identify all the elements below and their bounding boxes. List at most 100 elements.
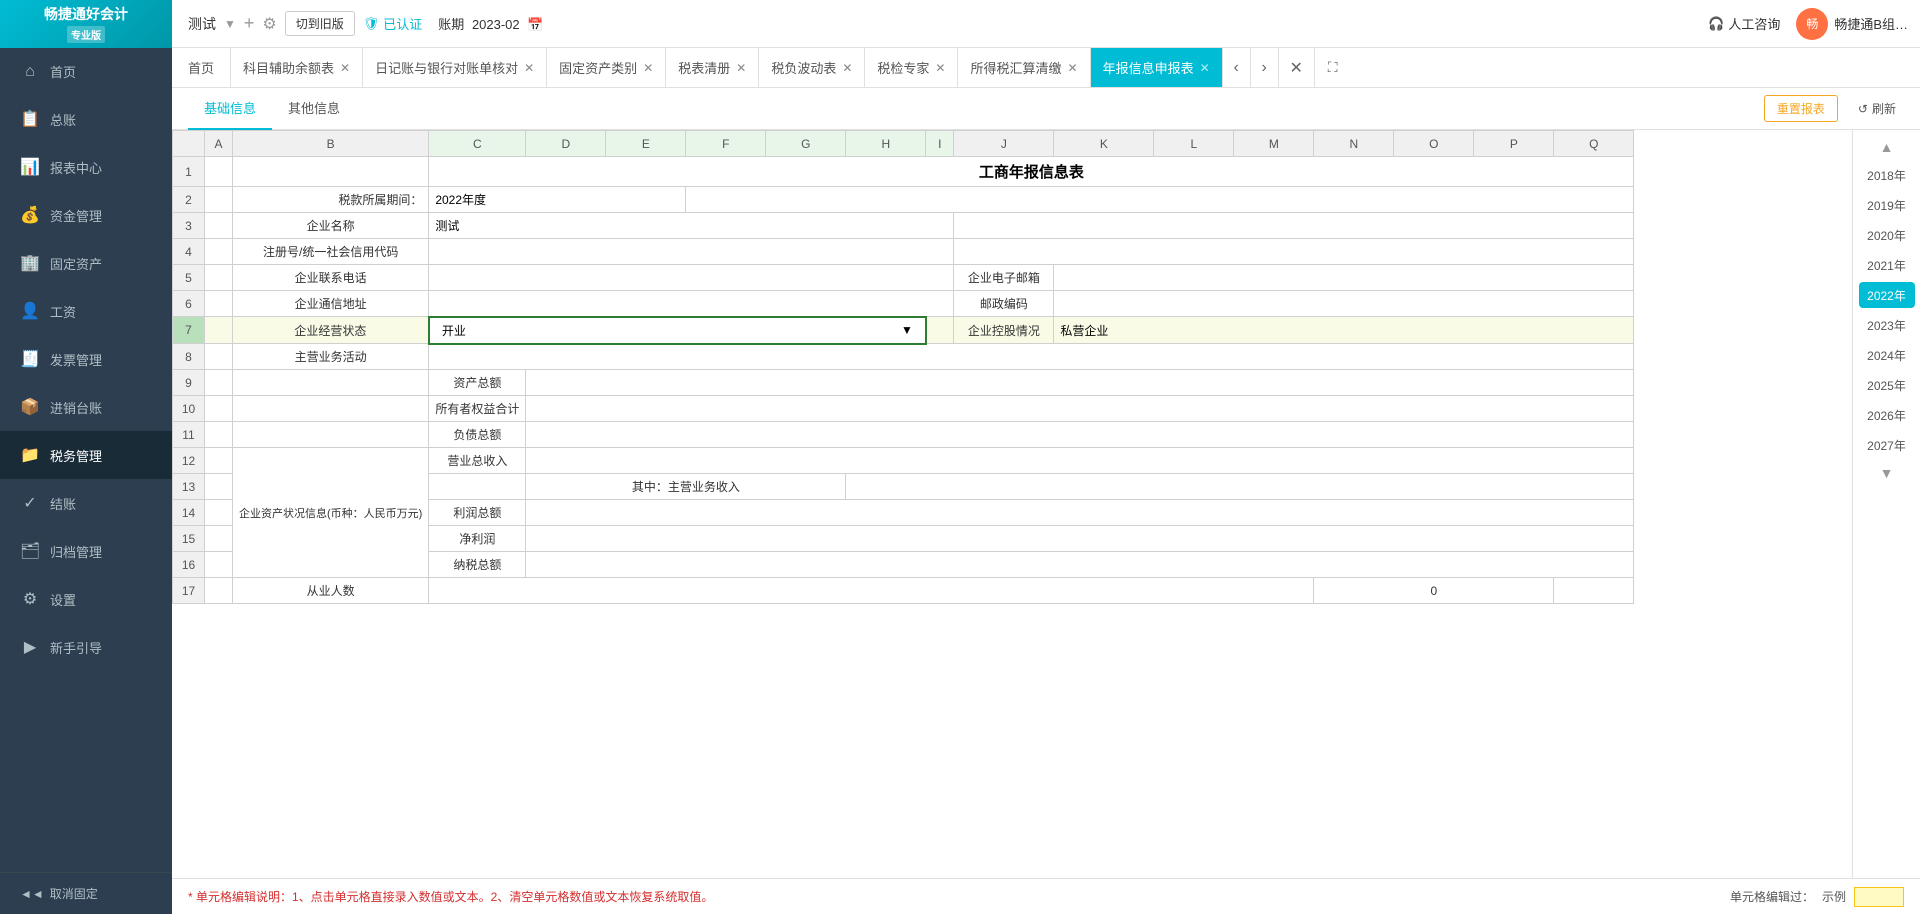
cell-17c[interactable]: [429, 578, 1314, 604]
cell-7b[interactable]: 企业经营状态: [233, 317, 429, 344]
cell-4b[interactable]: 注册号/统一社会信用代码: [233, 239, 429, 265]
cell-6k[interactable]: [1054, 291, 1634, 317]
cell-10d[interactable]: [526, 396, 1634, 422]
cell-5b[interactable]: 企业联系电话: [233, 265, 429, 291]
year-2021[interactable]: 2021年: [1859, 252, 1915, 278]
cell-1b[interactable]: [233, 157, 429, 187]
year-scroll-down[interactable]: ▼: [1871, 462, 1903, 484]
tab-home[interactable]: 首页: [172, 48, 231, 88]
cell-6b[interactable]: 企业通信地址: [233, 291, 429, 317]
sub-tab-other[interactable]: 其他信息: [272, 88, 356, 130]
cell-6a[interactable]: [205, 291, 233, 317]
pin-button[interactable]: ◄◄ 取消固定: [0, 872, 172, 914]
sidebar-item-funds[interactable]: 💰 资金管理: [0, 191, 172, 239]
col-N[interactable]: N: [1314, 131, 1394, 157]
cell-5k[interactable]: [1054, 265, 1634, 291]
cell-2b[interactable]: 税款所属期间：: [233, 187, 429, 213]
col-C[interactable]: C: [429, 131, 526, 157]
cell-8c[interactable]: [429, 344, 1634, 370]
cell-15c[interactable]: 净利润: [429, 526, 526, 552]
tab-close-icon[interactable]: ✕: [643, 61, 653, 75]
company-dropdown-icon[interactable]: ▼: [224, 17, 236, 31]
col-J[interactable]: J: [954, 131, 1054, 157]
cell-5c[interactable]: [429, 265, 954, 291]
cell-1a[interactable]: [205, 157, 233, 187]
calendar-icon[interactable]: 📅: [527, 17, 543, 32]
cell-15a[interactable]: [205, 526, 233, 552]
cell-12d[interactable]: [526, 448, 1634, 474]
tab-tax-fluctuation[interactable]: 税负波动表 ✕: [759, 48, 865, 88]
tab-close-icon[interactable]: ✕: [736, 61, 746, 75]
cell-16d[interactable]: [526, 552, 1634, 578]
cell-4c[interactable]: [429, 239, 954, 265]
sidebar-item-settings[interactable]: ⚙ 设置: [0, 575, 172, 623]
col-B[interactable]: B: [233, 131, 429, 157]
cell-14d[interactable]: [526, 500, 1634, 526]
cell-11b[interactable]: [233, 422, 429, 448]
cell-13c[interactable]: [429, 474, 526, 500]
cell-14a[interactable]: [205, 500, 233, 526]
sidebar-item-payroll[interactable]: 👤 工资: [0, 287, 172, 335]
col-K[interactable]: K: [1054, 131, 1154, 157]
tab-maximize-button[interactable]: ⛶: [1315, 48, 1351, 88]
col-G[interactable]: G: [766, 131, 846, 157]
cell-11d[interactable]: [526, 422, 1634, 448]
cell-17q[interactable]: [1554, 578, 1634, 604]
add-tab-button[interactable]: +: [244, 13, 255, 34]
cell-7i[interactable]: [926, 317, 954, 344]
tab-next-button[interactable]: ›: [1251, 48, 1279, 88]
cell-3j[interactable]: [954, 213, 1634, 239]
sidebar-item-ledger[interactable]: 📋 总账: [0, 95, 172, 143]
cell-4j[interactable]: [954, 239, 1634, 265]
tab-close-icon[interactable]: ✕: [340, 61, 350, 75]
cell-15d[interactable]: [526, 526, 1634, 552]
cell-13a[interactable]: [205, 474, 233, 500]
sidebar-item-tax[interactable]: 📁 税务管理: [0, 431, 172, 479]
tab-annual-report[interactable]: 年报信息申报表 ✕: [1091, 48, 1223, 88]
cell-13h[interactable]: [846, 474, 1634, 500]
customer-service-button[interactable]: 🎧 人工咨询: [1708, 14, 1780, 33]
cell-7j[interactable]: 企业控股情况: [954, 317, 1054, 344]
cell-13d[interactable]: 其中：主营业务收入: [526, 474, 846, 500]
tab-journal-bank[interactable]: 日记账与银行对账单核对 ✕: [363, 48, 547, 88]
cell-12c[interactable]: 营业总收入: [429, 448, 526, 474]
cell-10c[interactable]: 所有者权益合计: [429, 396, 526, 422]
cell-4a[interactable]: [205, 239, 233, 265]
year-2022[interactable]: 2022年: [1859, 282, 1915, 308]
cell-2a[interactable]: [205, 187, 233, 213]
tab-close-icon[interactable]: ✕: [935, 61, 945, 75]
spreadsheet-container[interactable]: A B C D E F G H I J K L: [172, 130, 1852, 878]
col-P[interactable]: P: [1474, 131, 1554, 157]
cell-11c[interactable]: 负债总额: [429, 422, 526, 448]
col-Q[interactable]: Q: [1554, 131, 1634, 157]
cell-9b[interactable]: [233, 370, 429, 396]
cell-16a[interactable]: [205, 552, 233, 578]
cell-12a[interactable]: [205, 448, 233, 474]
tab-aux-balance[interactable]: 科目辅助余额表 ✕: [231, 48, 363, 88]
tab-fixed-category[interactable]: 固定资产类别 ✕: [547, 48, 666, 88]
cell-2e[interactable]: [686, 187, 1634, 213]
cell-6j[interactable]: 邮政编码: [954, 291, 1054, 317]
sidebar-item-inventory[interactable]: 📦 进销台账: [0, 383, 172, 431]
sidebar-item-guide[interactable]: ▶ 新手引导: [0, 623, 172, 671]
cell-17n[interactable]: 0: [1314, 578, 1554, 604]
user-menu[interactable]: 畅 畅捷通B组…: [1796, 8, 1908, 40]
cell-9d[interactable]: [526, 370, 1634, 396]
tab-close-icon[interactable]: ✕: [1200, 61, 1210, 75]
col-I[interactable]: I: [926, 131, 954, 157]
sidebar-item-archive[interactable]: 🗂 归档管理: [0, 527, 172, 575]
cell-7c-dropdown[interactable]: 开业 ▼: [429, 317, 926, 344]
col-M[interactable]: M: [1234, 131, 1314, 157]
reset-button[interactable]: 重置报表: [1764, 95, 1838, 122]
tab-tax-form[interactable]: 税表清册 ✕: [666, 48, 759, 88]
tab-close-icon[interactable]: ✕: [1068, 61, 1078, 75]
tab-close-icon[interactable]: ✕: [524, 61, 534, 75]
sidebar-item-home[interactable]: ⌂ 首页: [0, 48, 172, 95]
cell-3c[interactable]: 测试: [429, 213, 954, 239]
year-2019[interactable]: 2019年: [1859, 192, 1915, 218]
cell-10b[interactable]: [233, 396, 429, 422]
refresh-button[interactable]: ↺ 刷新: [1850, 96, 1904, 121]
cell-17b[interactable]: 从业人数: [233, 578, 429, 604]
cell-11a[interactable]: [205, 422, 233, 448]
cell-9a[interactable]: [205, 370, 233, 396]
